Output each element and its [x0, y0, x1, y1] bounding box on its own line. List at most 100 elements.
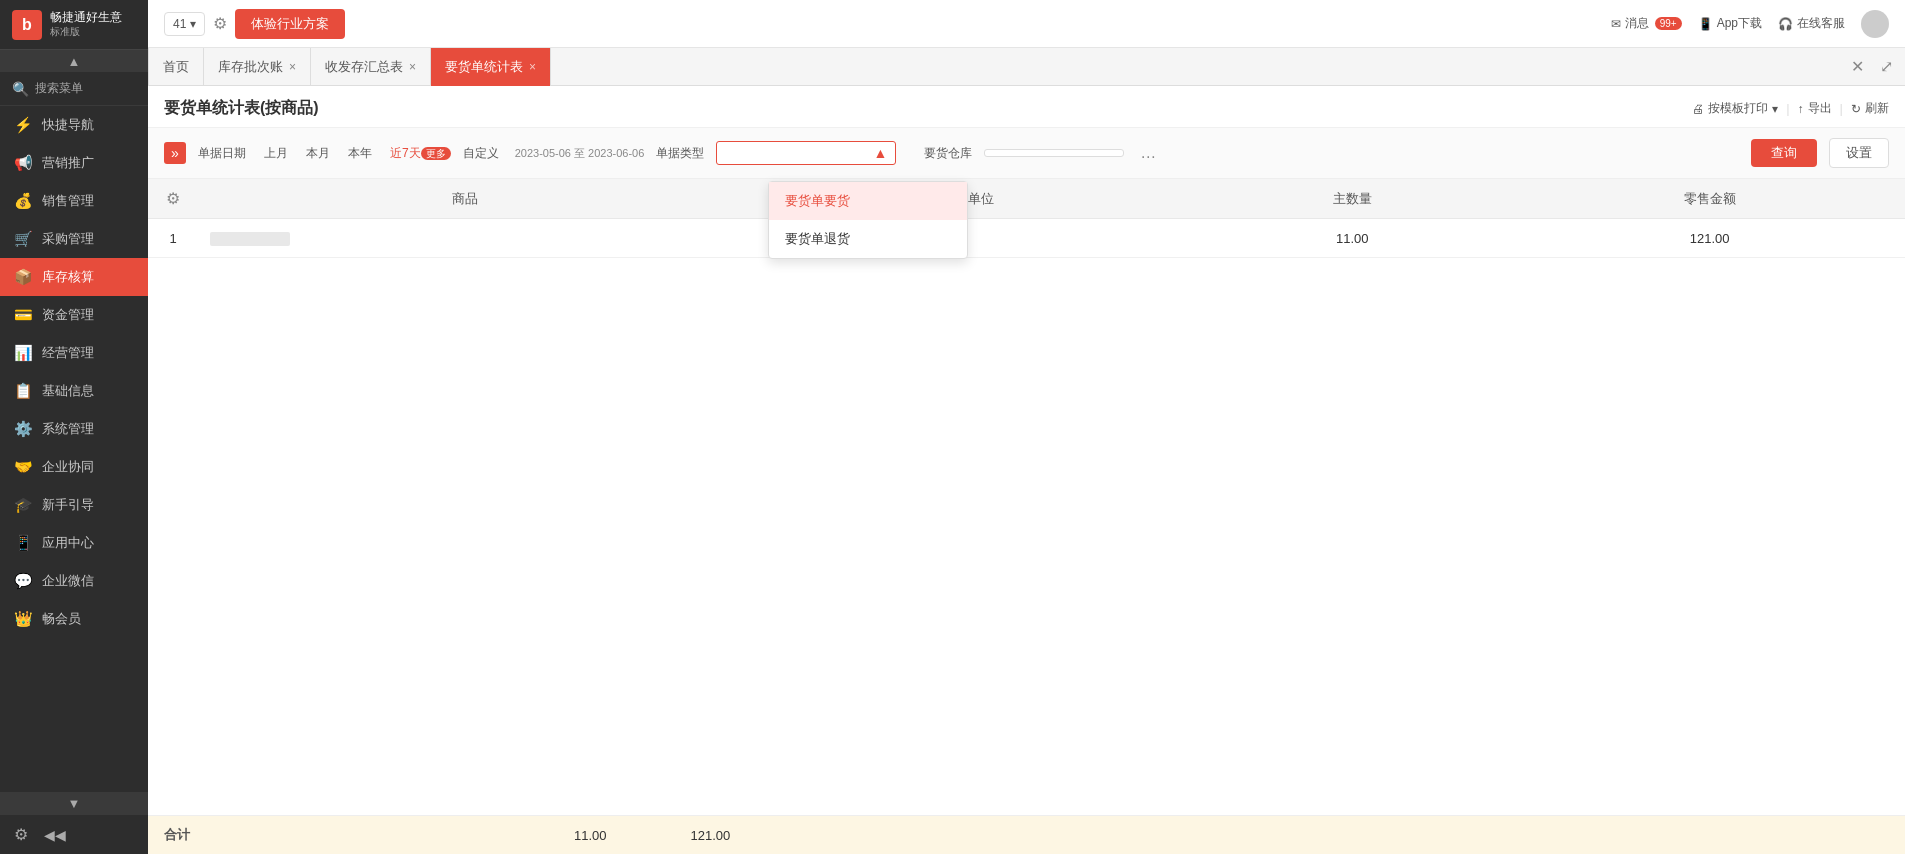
filter-bar-wrapper: » 单据日期 上月 本月 本年 近7天更多 自定义 2023-05-06 至 2… — [148, 128, 1905, 179]
query-btn[interactable]: 查询 — [1751, 139, 1817, 167]
store-selector[interactable]: 41 ▾ — [164, 12, 205, 36]
topbar-settings-icon[interactable]: ⚙ — [213, 14, 227, 33]
sidebar-settings-icon[interactable]: ⚙ — [14, 825, 28, 844]
refresh-icon: ↻ — [1851, 102, 1861, 116]
table-body: 1 块 11.00 121.00 — [148, 219, 1905, 258]
date-opt-last-month[interactable]: 上月 — [258, 143, 294, 164]
product-placeholder — [210, 232, 290, 246]
sidebar-item-inventory[interactable]: 📦 库存核算 — [0, 258, 148, 296]
tab-close-order-stats[interactable]: × — [529, 60, 536, 74]
th-settings[interactable]: ⚙ — [148, 179, 198, 219]
wecom-icon: 💬 — [14, 572, 32, 590]
sidebar-item-basic-info[interactable]: 📋 基础信息 — [0, 372, 148, 410]
th-product: 商品 — [198, 179, 733, 219]
sidebar-item-marketing[interactable]: 📢 营销推广 — [0, 144, 148, 182]
cell-row-num: 1 — [148, 219, 198, 258]
table-settings-icon[interactable]: ⚙ — [166, 190, 180, 207]
sidebar-item-enterprise[interactable]: 🤝 企业协同 — [0, 448, 148, 486]
sidebar-item-purchase[interactable]: 🛒 采购管理 — [0, 220, 148, 258]
sidebar-item-vip[interactable]: 👑 畅会员 — [0, 600, 148, 638]
sidebar-item-sales[interactable]: 💰 销售管理 — [0, 182, 148, 220]
tab-close-receivables-summary[interactable]: × — [409, 60, 416, 74]
user-avatar[interactable] — [1861, 10, 1889, 38]
tab-receivables-summary[interactable]: 收发存汇总表 × — [311, 48, 431, 86]
sidebar-scroll-up[interactable]: ▲ — [0, 50, 148, 72]
purchase-icon: 🛒 — [14, 230, 32, 248]
guide-icon: 🎓 — [14, 496, 32, 514]
filter-bar: » 单据日期 上月 本月 本年 近7天更多 自定义 2023-05-06 至 2… — [148, 128, 1905, 179]
more-options-icon[interactable]: … — [1140, 144, 1156, 162]
finance-icon: 💳 — [14, 306, 32, 324]
cell-sales-amount: 121.00 — [1514, 219, 1905, 258]
date-opt-this-year[interactable]: 本年 — [342, 143, 378, 164]
sidebar-item-operations[interactable]: 📊 经营管理 — [0, 334, 148, 372]
type-select[interactable]: ▲ — [716, 141, 896, 165]
topbar-right: ✉ 消息 99+ 📱 App下载 🎧 在线客服 — [1611, 10, 1889, 38]
app-download-icon: 📱 — [1698, 17, 1713, 31]
page-header: 要货单统计表(按商品) 🖨 按模板打印 ▾ | ↑ 导出 | ↻ — [148, 86, 1905, 128]
sidebar-scroll-down[interactable]: ▼ — [0, 792, 148, 814]
message-icon: ✉ — [1611, 17, 1621, 31]
sidebar-collapse-icon[interactable]: ◀◀ — [44, 827, 66, 843]
dropdown-item-order-return[interactable]: 要货单退货 — [769, 220, 967, 258]
enterprise-icon: 🤝 — [14, 458, 32, 476]
sidebar-item-guide[interactable]: 🎓 新手引导 — [0, 486, 148, 524]
dropdown-item-order-deliver[interactable]: 要货单要货 — [769, 182, 967, 220]
warehouse-label: 要货仓库 — [924, 145, 972, 162]
app-download-action[interactable]: 📱 App下载 — [1698, 15, 1762, 32]
type-label: 单据类型 — [656, 145, 704, 162]
inventory-icon: 📦 — [14, 268, 32, 286]
sidebar-item-finance[interactable]: 💳 资金管理 — [0, 296, 148, 334]
tab-maximize-icon[interactable]: ⤢ — [1876, 53, 1897, 80]
table-footer: 合计 11.00 121.00 — [148, 815, 1905, 854]
more-badge: 更多 — [421, 147, 451, 160]
cell-quantity: 11.00 — [1190, 219, 1514, 258]
message-action[interactable]: ✉ 消息 99+ — [1611, 15, 1682, 32]
industry-btn[interactable]: 体验行业方案 — [235, 9, 345, 39]
date-custom-btn[interactable]: 自定义 — [463, 145, 499, 162]
refresh-btn[interactable]: ↻ 刷新 — [1851, 100, 1889, 117]
tab-close-batch-account[interactable]: × — [289, 60, 296, 74]
page-title: 要货单统计表(按商品) — [164, 98, 319, 119]
settings-btn[interactable]: 设置 — [1829, 138, 1889, 168]
app-center-icon: 📱 — [14, 534, 32, 552]
filter-toggle-btn[interactable]: » — [164, 142, 186, 164]
warehouse-select[interactable] — [984, 149, 1124, 157]
tab-close-all-icon[interactable]: ✕ — [1847, 53, 1868, 80]
sidebar-bottom: ⚙ ◀◀ — [0, 814, 148, 854]
date-opt-this-month[interactable]: 本月 — [300, 143, 336, 164]
content: 要货单统计表(按商品) 🖨 按模板打印 ▾ | ↑ 导出 | ↻ — [148, 86, 1905, 854]
page-container: 要货单统计表(按商品) 🖨 按模板打印 ▾ | ↑ 导出 | ↻ — [148, 86, 1905, 854]
sidebar-item-system[interactable]: ⚙️ 系统管理 — [0, 410, 148, 448]
sidebar-search[interactable]: 🔍 搜索菜单 — [0, 72, 148, 106]
tab-batch-account[interactable]: 库存批次账 × — [204, 48, 311, 86]
online-service-action[interactable]: 🎧 在线客服 — [1778, 15, 1845, 32]
export-icon: ↑ — [1798, 102, 1804, 116]
date-label: 单据日期 — [198, 145, 246, 162]
sidebar-item-app-center[interactable]: 📱 应用中心 — [0, 524, 148, 562]
date-options: 上月 本月 本年 近7天更多 自定义 — [258, 143, 499, 164]
tabbar-actions: ✕ ⤢ — [1847, 53, 1905, 80]
topbar: 41 ▾ ⚙ 体验行业方案 ✉ 消息 99+ 📱 App下载 🎧 在线客服 — [148, 0, 1905, 48]
print-btn[interactable]: 🖨 按模板打印 ▾ — [1692, 100, 1778, 117]
tab-order-stats[interactable]: 要货单统计表 × — [431, 48, 551, 86]
date-opt-7days[interactable]: 近7天更多 — [384, 143, 457, 164]
sidebar-item-quick-nav[interactable]: ⚡ 快捷导航 — [0, 106, 148, 144]
topbar-left: 41 ▾ ⚙ 体验行业方案 — [164, 9, 345, 39]
table-row: 1 块 11.00 121.00 — [148, 219, 1905, 258]
print-icon: 🖨 — [1692, 102, 1704, 116]
operations-icon: 📊 — [14, 344, 32, 362]
export-btn[interactable]: ↑ 导出 — [1798, 100, 1832, 117]
system-icon: ⚙️ — [14, 420, 32, 438]
table-header: ⚙ 商品 主计量单位 主数量 零售金额 — [148, 179, 1905, 219]
basic-info-icon: 📋 — [14, 382, 32, 400]
page-actions: 🖨 按模板打印 ▾ | ↑ 导出 | ↻ 刷新 — [1692, 100, 1889, 117]
footer-quantity: 11.00 — [574, 828, 607, 843]
chevron-down-icon: ▾ — [190, 17, 196, 31]
tab-home[interactable]: 首页 — [148, 48, 204, 86]
logo-text: 畅捷通好生意 标准版 — [50, 10, 122, 40]
type-dropdown-container: 要货单要货 要货单退货 — [768, 179, 968, 259]
sidebar-item-wecom[interactable]: 💬 企业微信 — [0, 562, 148, 600]
th-quantity: 主数量 — [1190, 179, 1514, 219]
marketing-icon: 📢 — [14, 154, 32, 172]
